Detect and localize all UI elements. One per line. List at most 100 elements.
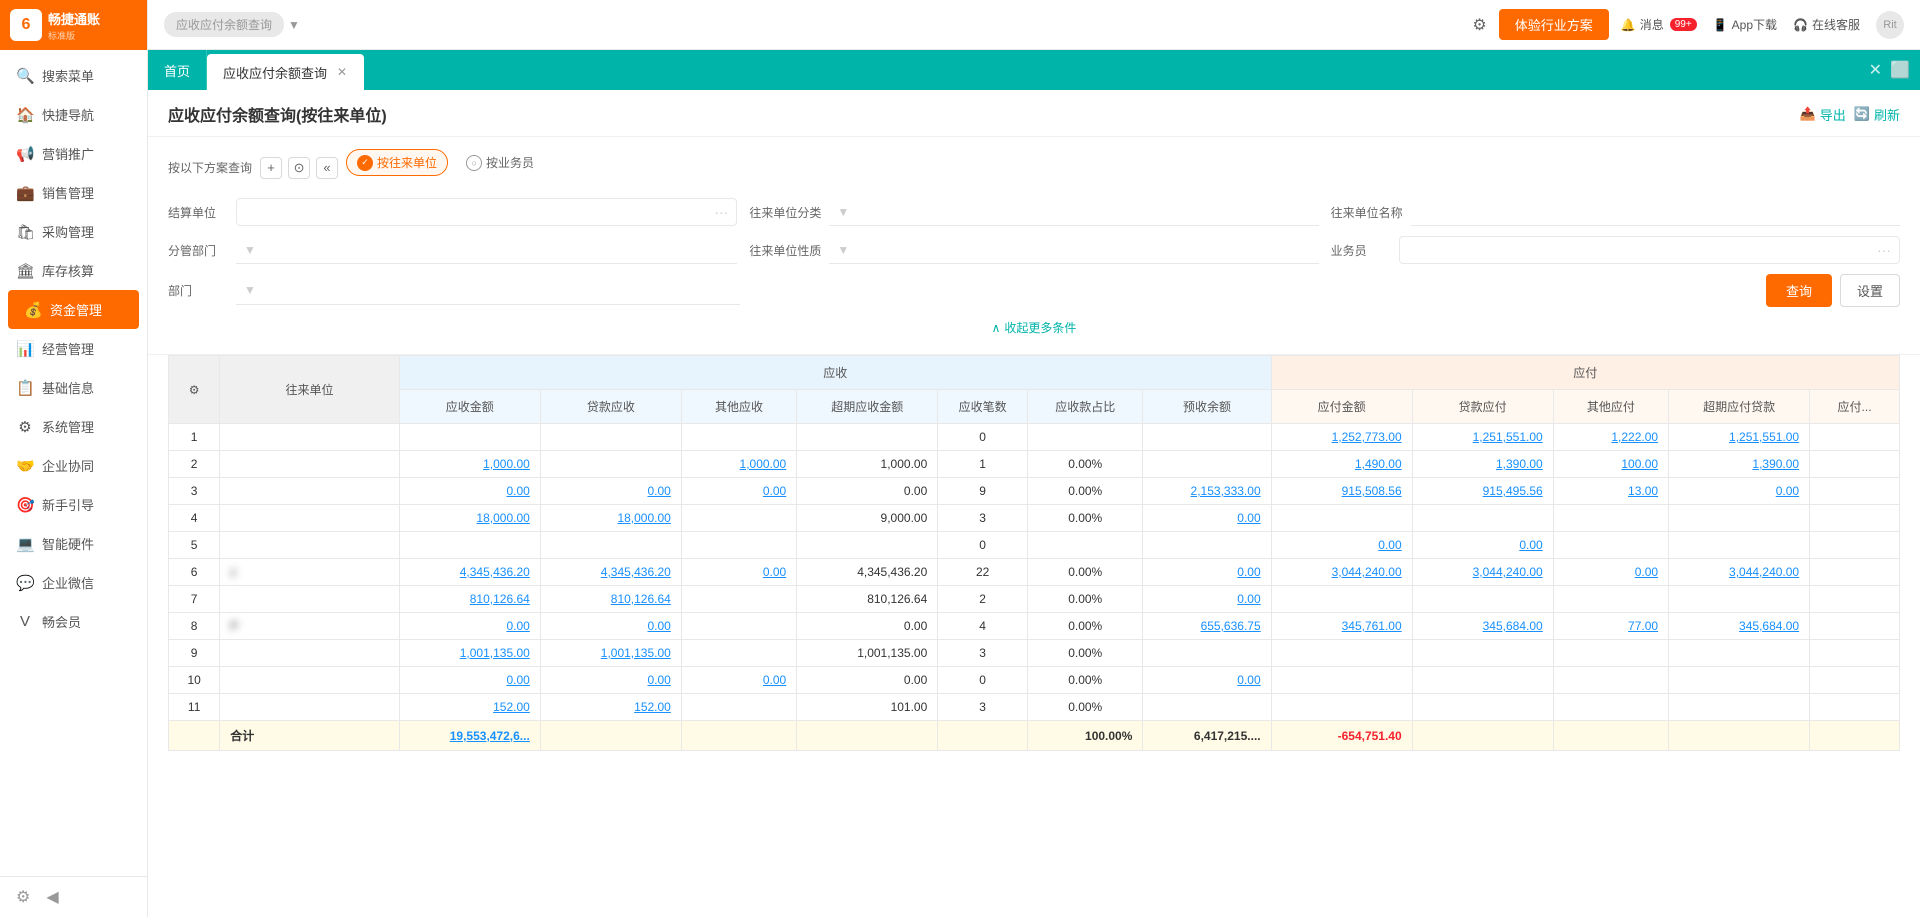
- table-cell: [681, 532, 796, 559]
- sidebar-item-search[interactable]: 🔍 搜索菜单: [0, 56, 147, 95]
- sidebar-item-basic[interactable]: 📋 基础信息: [0, 368, 147, 407]
- close-window-btn[interactable]: ✕: [1869, 60, 1882, 80]
- table-cell: 152.00: [399, 694, 540, 721]
- table-cell: 0.00%: [1028, 505, 1143, 532]
- table-cell: z: [220, 559, 400, 586]
- table-cell: 0.00: [1143, 559, 1271, 586]
- table-cell: 13.00: [1553, 478, 1668, 505]
- online-service-btn[interactable]: 🎧 在线客服: [1793, 16, 1860, 33]
- sidebar-item-marketing[interactable]: 📢 营销推广: [0, 134, 147, 173]
- settlement-unit-label: 结算单位: [168, 204, 228, 221]
- table-cell: [1553, 505, 1668, 532]
- filter-tab-actions: + ⊙ «: [260, 157, 338, 179]
- sidebar-item-member[interactable]: V 畅会员: [0, 602, 147, 641]
- app-download-btn[interactable]: 📱 App下载: [1713, 16, 1777, 33]
- table-cell: 0.00: [1412, 532, 1553, 559]
- table-row: 500.000.00: [169, 532, 1900, 559]
- table-cell: [1810, 613, 1900, 640]
- add-scheme-btn[interactable]: +: [260, 157, 282, 179]
- sidebar-item-sales[interactable]: 💼 销售管理: [0, 173, 147, 212]
- table-cell: [1028, 532, 1143, 559]
- sidebar-item-wechat[interactable]: 💬 企业微信: [0, 563, 147, 602]
- page-title: 应收应付余额查询(按往来单位): [168, 102, 387, 126]
- notifications-label: 消息: [1640, 16, 1664, 33]
- gear-icon[interactable]: ⚙: [1472, 15, 1486, 35]
- system-icon: ⚙: [16, 418, 34, 436]
- refresh-button[interactable]: 🔄 刷新: [1854, 105, 1900, 124]
- page-header: 应收应付余额查询(按往来单位) 📤 导出 🔄 刷新: [148, 90, 1920, 137]
- table-cell: 3,044,240.00: [1271, 559, 1412, 586]
- scheme-by-staff[interactable]: ○ 按业务员: [456, 149, 544, 176]
- table-cell: 9: [169, 640, 220, 667]
- partner-name-input[interactable]: [1411, 198, 1900, 226]
- sidebar: 6 畅捷通账 标准版 🔍 搜索菜单 🏠 快捷导航 📢 营销推广 💼 销售管理 🛍…: [0, 0, 148, 917]
- dept-input[interactable]: ▼: [236, 236, 737, 264]
- chevron-up-icon: ∧: [992, 321, 1001, 335]
- table-cell: [1810, 640, 1900, 667]
- edit-scheme-btn[interactable]: ⊙: [288, 157, 310, 179]
- filter-field-partner-name: 往来单位名称: [1331, 198, 1900, 226]
- table-area[interactable]: ⚙ 往来单位 应收 应付 应收金额 贷款应收 其他应收 超期应收金额 应收笔数 …: [148, 355, 1920, 917]
- table-cell: 0.00%: [1028, 586, 1143, 613]
- notifications-btn[interactable]: 🔔 消息 99+: [1621, 16, 1697, 33]
- collapse-sidebar-btn[interactable]: ◀: [46, 887, 58, 907]
- table-cell: [1810, 559, 1900, 586]
- total-ar-amount: 19,553,472,6...: [399, 721, 540, 751]
- table-cell: [1271, 667, 1412, 694]
- col-ap-other: 其他应付: [1553, 390, 1668, 424]
- settlement-unit-input[interactable]: ···: [236, 198, 737, 226]
- sidebar-item-collab[interactable]: 🤝 企业协同: [0, 446, 147, 485]
- sidebar-item-hardware[interactable]: 💻 智能硬件: [0, 524, 147, 563]
- chevron-down-icon-2: ▼: [837, 205, 849, 219]
- sidebar-item-purchase[interactable]: 🛍 采购管理: [0, 212, 147, 251]
- tab-balance-query[interactable]: 应收应付余额查询 ✕: [207, 54, 364, 90]
- settings-filter-button[interactable]: 设置: [1840, 274, 1900, 307]
- sidebar-item-guide[interactable]: 🎯 新手引导: [0, 485, 147, 524]
- partner-nature-input[interactable]: ▼: [829, 236, 1318, 264]
- sidebar-item-finance[interactable]: 💰 资金管理: [8, 290, 139, 329]
- partner-category-input[interactable]: ▼: [829, 198, 1318, 226]
- maximize-btn[interactable]: ⬜: [1890, 60, 1910, 80]
- table-cell: 18,000.00: [540, 505, 681, 532]
- user-avatar[interactable]: Rit: [1876, 11, 1904, 39]
- table-row: 6z4,345,436.204,345,436.200.004,345,436.…: [169, 559, 1900, 586]
- sidebar-menu: 🔍 搜索菜单 🏠 快捷导航 📢 营销推广 💼 销售管理 🛍 采购管理 🏛 库存核…: [0, 50, 147, 876]
- salesperson-input[interactable]: ···: [1399, 236, 1900, 264]
- data-table: ⚙ 往来单位 应收 应付 应收金额 贷款应收 其他应收 超期应收金额 应收笔数 …: [168, 355, 1900, 751]
- table-cell: [1143, 694, 1271, 721]
- sidebar-item-operation[interactable]: 📊 经营管理: [0, 329, 147, 368]
- table-cell: 0.00%: [1028, 559, 1143, 586]
- table-cell: 4,345,436.20: [797, 559, 938, 586]
- sidebar-item-system[interactable]: ⚙ 系统管理: [0, 407, 147, 446]
- collapse-scheme-btn[interactable]: «: [316, 157, 338, 179]
- table-cell: 345,684.00: [1669, 613, 1810, 640]
- table-cell: 1,000.00: [797, 451, 938, 478]
- scheme-by-partner[interactable]: ✓ 按往来单位: [346, 149, 448, 176]
- table-cell: [220, 505, 400, 532]
- tab-close-icon[interactable]: ✕: [337, 65, 347, 79]
- table-cell: [1553, 640, 1668, 667]
- tab-home[interactable]: 首页: [148, 50, 207, 90]
- settings-bottom-btn[interactable]: ⚙: [16, 887, 30, 907]
- query-button[interactable]: 查询: [1766, 274, 1832, 307]
- total-ar-loan: [540, 721, 681, 751]
- table-settings-icon[interactable]: ⚙: [169, 356, 220, 424]
- table-cell: 0.00: [797, 613, 938, 640]
- table-cell: [1143, 451, 1271, 478]
- table-cell: [1412, 505, 1553, 532]
- table-cell: 1,251,551.00: [1412, 424, 1553, 451]
- sidebar-item-shortcut[interactable]: 🏠 快捷导航: [0, 95, 147, 134]
- table-cell: 0.00: [797, 478, 938, 505]
- sidebar-item-inventory[interactable]: 🏛 库存核算: [0, 251, 147, 290]
- collapse-filter-btn[interactable]: ∧ 收起更多条件: [168, 313, 1900, 342]
- chevron-down-icon[interactable]: ▼: [288, 18, 300, 32]
- table-cell: 4,345,436.20: [540, 559, 681, 586]
- department-input[interactable]: ▼: [236, 277, 740, 305]
- export-button[interactable]: 📤 导出: [1800, 105, 1846, 124]
- table-cell: 0.00%: [1028, 613, 1143, 640]
- table-cell: 101.00: [797, 694, 938, 721]
- home-icon: 🏠: [16, 106, 34, 124]
- table-row: 418,000.0018,000.009,000.0030.00%0.00: [169, 505, 1900, 532]
- table-cell: 3: [938, 694, 1028, 721]
- trial-button[interactable]: 体验行业方案: [1499, 9, 1609, 40]
